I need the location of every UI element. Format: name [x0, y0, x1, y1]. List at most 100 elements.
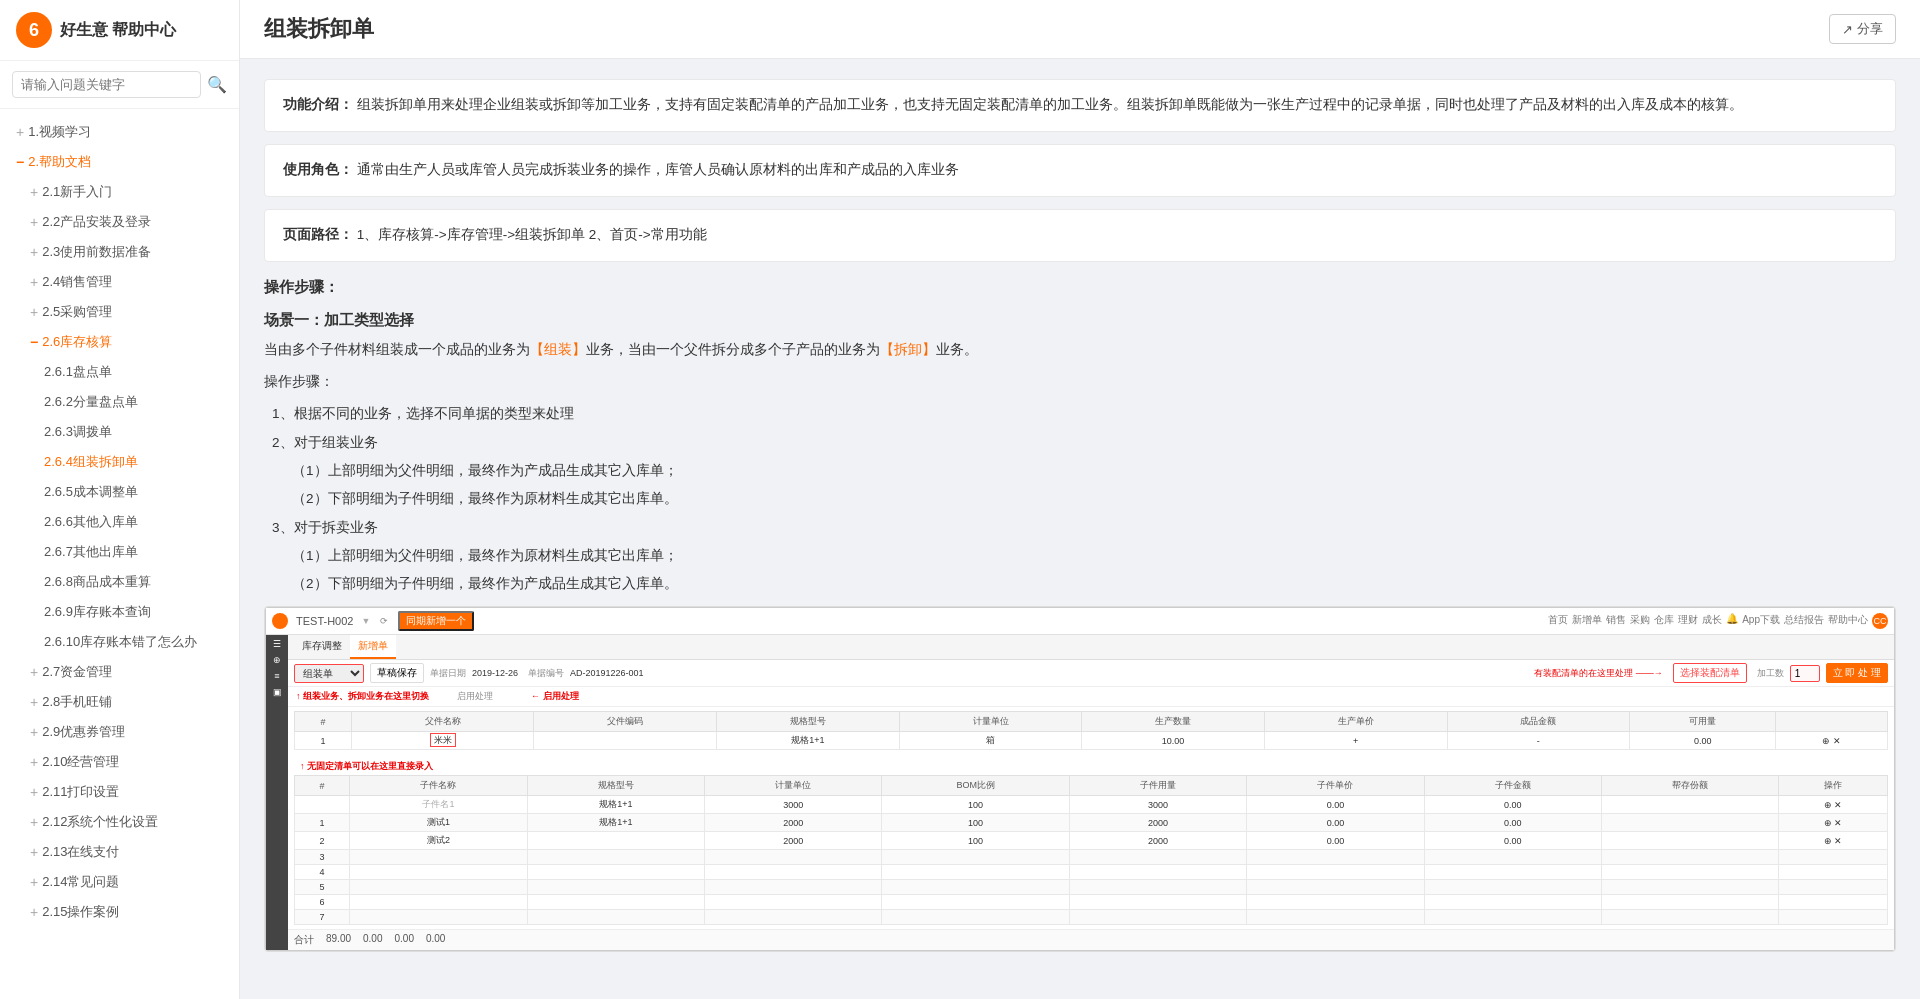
sidebar-logo: 6 好生意 帮助中心	[0, 0, 239, 61]
sidebar-item-stock-error[interactable]: 2.6.10库存账本错了怎么办	[0, 627, 239, 657]
sidebar-item-label: 2.5采购管理	[42, 303, 112, 321]
expand-icon: +	[30, 874, 38, 890]
search-input[interactable]	[12, 71, 201, 98]
footer-total3: 0.00	[395, 933, 414, 947]
sidebar-item-custom[interactable]: + 2.12系统个性化设置	[0, 807, 239, 837]
sidebar-item-label: 2.6.10库存账本错了怎么办	[44, 633, 197, 651]
main-content: 组装拆卸单 ↗ 分享 功能介绍： 组装拆卸单用来处理企业组装或拆卸等加工业务，支…	[240, 0, 1920, 999]
mock-qty-input[interactable]	[1790, 665, 1820, 682]
search-box[interactable]: 🔍	[0, 61, 239, 109]
sidebar-item-stocktake[interactable]: 2.6.1盘点单	[0, 357, 239, 387]
step3: 3、对于拆卖业务	[272, 516, 1896, 540]
sidebar-item-video[interactable]: + 1.视频学习	[0, 117, 239, 147]
expand-icon: +	[30, 724, 38, 740]
app-logo-icon: 6	[16, 12, 52, 48]
parent-name-cell: 米米	[430, 733, 456, 747]
expand-icon: +	[30, 184, 38, 200]
sidebar-item-online-pay[interactable]: + 2.13在线支付	[0, 837, 239, 867]
sidebar-item-purchase[interactable]: + 2.5采购管理	[0, 297, 239, 327]
expand-icon: +	[16, 124, 24, 140]
col-unit: 计量单位	[705, 776, 882, 796]
sidebar-item-label: 2.6.4组装拆卸单	[44, 453, 138, 471]
share-icon: ↗	[1842, 22, 1853, 37]
mock-order-label: 单据编号	[528, 667, 564, 680]
col-ops: 操作	[1779, 776, 1888, 796]
mock-tab-new[interactable]: 新增单	[350, 635, 396, 659]
table-row: 7	[295, 910, 1888, 925]
sidebar-item-stock-query[interactable]: 2.6.9库存账本查询	[0, 597, 239, 627]
sidebar-item-inventory[interactable]: − 2.6库存核算	[0, 327, 239, 357]
sidebar-item-ops[interactable]: + 2.10经营管理	[0, 747, 239, 777]
col-ops	[1776, 712, 1888, 732]
mock-new-btn[interactable]: 同期新增一个	[398, 611, 474, 631]
mock-lower-table: # 子件名称 规格型号 计量单位 BOM比例 子件用量 子件单价 子件金额 帮存	[294, 775, 1888, 925]
sidebar-item-label: 2.1新手入门	[42, 183, 112, 201]
col-unit-price: 子件单价	[1247, 776, 1424, 796]
row-delete-icon[interactable]: ✕	[1833, 736, 1841, 746]
sidebar-item-mobile[interactable]: + 2.8手机旺铺	[0, 687, 239, 717]
mock-type-select[interactable]: 组装单 拆卸单	[294, 664, 364, 683]
step2-sub1: （1）上部明细为父件明细，最终作为产成品生成其它入库单；	[292, 459, 1896, 483]
sidebar-item-cases[interactable]: + 2.15操作案例	[0, 897, 239, 927]
share-label: 分享	[1857, 20, 1883, 38]
sidebar-item-finance[interactable]: + 2.7资金管理	[0, 657, 239, 687]
sidebar-item-coupon[interactable]: + 2.9优惠券管理	[0, 717, 239, 747]
mock-nav-icons: 首页 新增单 销售 采购 仓库 理财 成长 🔔 App下载 总结报告 帮助中心 …	[1548, 613, 1888, 629]
col-spec: 规格型号	[717, 712, 900, 732]
table-row: 1 测试1 规格1+1 2000 100 2000 0.00 0.00	[295, 814, 1888, 832]
sidebar-item-other-in[interactable]: 2.6.6其他入库单	[0, 507, 239, 537]
nav-tree: + 1.视频学习 − 2.帮助文档 + 2.1新手入门 + 2.2产品安装及登录…	[0, 109, 239, 935]
collapse-icon: −	[16, 154, 24, 170]
sidebar-item-other-out[interactable]: 2.6.7其他出库单	[0, 537, 239, 567]
row-action-icon[interactable]: ⊕	[1822, 736, 1830, 746]
share-button[interactable]: ↗ 分享	[1829, 14, 1896, 44]
sidebar-item-label: 2.帮助文档	[28, 153, 91, 171]
sidebar-item-transfer[interactable]: 2.6.3调拨单	[0, 417, 239, 447]
mock-ok-btn[interactable]: 立 即 处 理	[1826, 663, 1888, 683]
sidebar-item-sales[interactable]: + 2.4销售管理	[0, 267, 239, 297]
sidebar-item-print[interactable]: + 2.11打印设置	[0, 777, 239, 807]
sidebar-item-cost-recalc[interactable]: 2.6.8商品成本重算	[0, 567, 239, 597]
sidebar-item-newbie[interactable]: + 2.1新手入门	[0, 177, 239, 207]
sidebar-item-data[interactable]: + 2.3使用前数据准备	[0, 237, 239, 267]
mock-save-btn[interactable]: 草稿保存	[370, 663, 424, 683]
scene1-desc: 当由多个子件材料组装成一个成品的业务为【组装】业务，当由一个父件拆分成多个子产品…	[264, 338, 1896, 362]
sidebar-item-label: 2.6.7其他出库单	[44, 543, 138, 561]
sidebar-item-docs[interactable]: − 2.帮助文档	[0, 147, 239, 177]
table-row: 3	[295, 850, 1888, 865]
sidebar-item-label: 2.14常见问题	[42, 873, 119, 891]
annotation-type-label: ↑ 组装业务、拆卸业务在这里切换	[296, 690, 429, 703]
table-row: 1 米米 规格1+1 箱 10.00 + - 0.00	[295, 732, 1888, 750]
expand-icon: +	[30, 664, 38, 680]
mock-tab-list[interactable]: 库存调整	[294, 635, 350, 659]
sidebar-item-label: 2.6.8商品成本重算	[44, 573, 151, 591]
col-bom: BOM比例	[882, 776, 1069, 796]
step2: 2、对于组装业务	[272, 431, 1896, 455]
search-icon[interactable]: 🔍	[207, 75, 227, 94]
sidebar-item-label: 2.6.6其他入库单	[44, 513, 138, 531]
expand-icon: +	[30, 694, 38, 710]
mock-titlebar: TEST-H002 ▼ ⟳ 同期新增一个 首页 新增单 销售 采购 仓库 理财 …	[266, 608, 1894, 635]
mock-date-label: 单据日期	[430, 667, 466, 680]
col-price: 生产单价	[1264, 712, 1447, 732]
mock-select-bom-btn[interactable]: 选择装配清单	[1673, 663, 1747, 683]
sidebar-item-install[interactable]: + 2.2产品安装及登录	[0, 207, 239, 237]
sidebar-item-faq[interactable]: + 2.14常见问题	[0, 867, 239, 897]
sidebar-item-assembly[interactable]: 2.6.4组装拆卸单	[0, 447, 239, 477]
sidebar-item-cost-adjust[interactable]: 2.6.5成本调整单	[0, 477, 239, 507]
ops-title: 操作步骤：	[264, 278, 1896, 297]
mock-body: ☰ ⊕ ≡ ▣ 库存调整 新增单	[266, 635, 1894, 950]
sidebar-item-label: 2.6.2分量盘点单	[44, 393, 138, 411]
mock-left-strip: ☰ ⊕ ≡ ▣	[266, 635, 288, 950]
expand-icon: +	[30, 844, 38, 860]
sidebar-item-label: 2.15操作案例	[42, 903, 119, 921]
role-text: 通常由生产人员或库管人员完成拆装业务的操作，库管人员确认原材料的出库和产成品的入…	[357, 162, 959, 177]
sidebar-item-label: 2.2产品安装及登录	[42, 213, 151, 231]
sidebar-item-split-count[interactable]: 2.6.2分量盘点单	[0, 387, 239, 417]
mock-tabs: 库存调整 新增单	[288, 635, 1894, 660]
sidebar-item-label: 2.4销售管理	[42, 273, 112, 291]
sidebar-item-label: 2.9优惠券管理	[42, 723, 125, 741]
sidebar-item-label: 2.6库存核算	[42, 333, 112, 351]
expand-icon: +	[30, 754, 38, 770]
role-label: 使用角色：	[283, 162, 353, 177]
